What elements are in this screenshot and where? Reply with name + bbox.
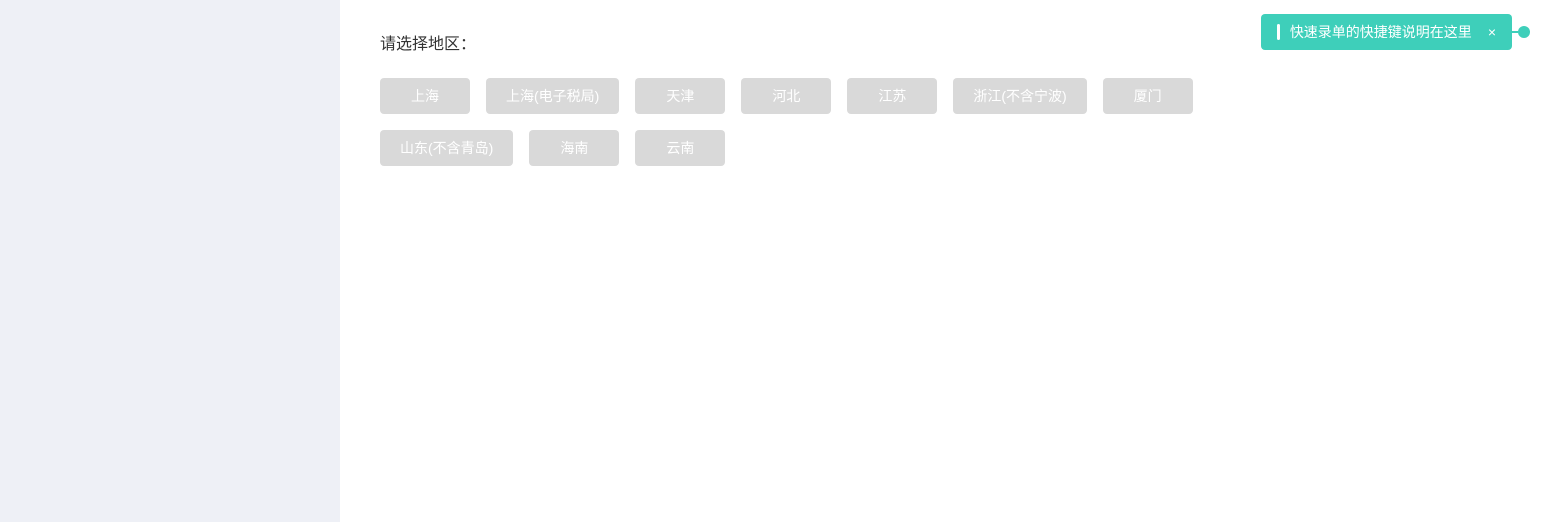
connector-line bbox=[1500, 31, 1518, 33]
left-sidebar bbox=[0, 0, 340, 522]
main-content: 请选择地区： 上海 上海(电子税局) 天津 河北 江苏 浙江(不含宁波) 厦门 … bbox=[340, 0, 1562, 522]
tooltip-dot bbox=[1518, 26, 1530, 38]
region-btn-zhejiang[interactable]: 浙江(不含宁波) bbox=[953, 78, 1086, 114]
region-btn-shanghai-etax[interactable]: 上海(电子税局) bbox=[486, 78, 619, 114]
region-buttons: 上海 上海(电子税局) 天津 河北 江苏 浙江(不含宁波) 厦门 bbox=[380, 78, 1522, 114]
region-btn-tianjin[interactable]: 天津 bbox=[635, 78, 725, 114]
tooltip-text: 快速录单的快捷键说明在这里 bbox=[1290, 22, 1472, 42]
tooltip-bar: 快速录单的快捷键说明在这里 × bbox=[1261, 14, 1512, 50]
region-btn-hainan[interactable]: 海南 bbox=[529, 130, 619, 166]
region-btn-yunnan[interactable]: 云南 bbox=[635, 130, 725, 166]
region-btn-xiamen[interactable]: 厦门 bbox=[1103, 78, 1193, 114]
region-btn-shandong[interactable]: 山东(不含青岛) bbox=[380, 130, 513, 166]
close-icon[interactable]: × bbox=[1488, 24, 1496, 40]
region-btn-hebei[interactable]: 河北 bbox=[741, 78, 831, 114]
region-btn-jiangsu[interactable]: 江苏 bbox=[847, 78, 937, 114]
tooltip-accent bbox=[1277, 24, 1280, 40]
region-buttons-row2: 山东(不含青岛) 海南 云南 bbox=[380, 130, 1522, 166]
region-btn-shanghai[interactable]: 上海 bbox=[380, 78, 470, 114]
